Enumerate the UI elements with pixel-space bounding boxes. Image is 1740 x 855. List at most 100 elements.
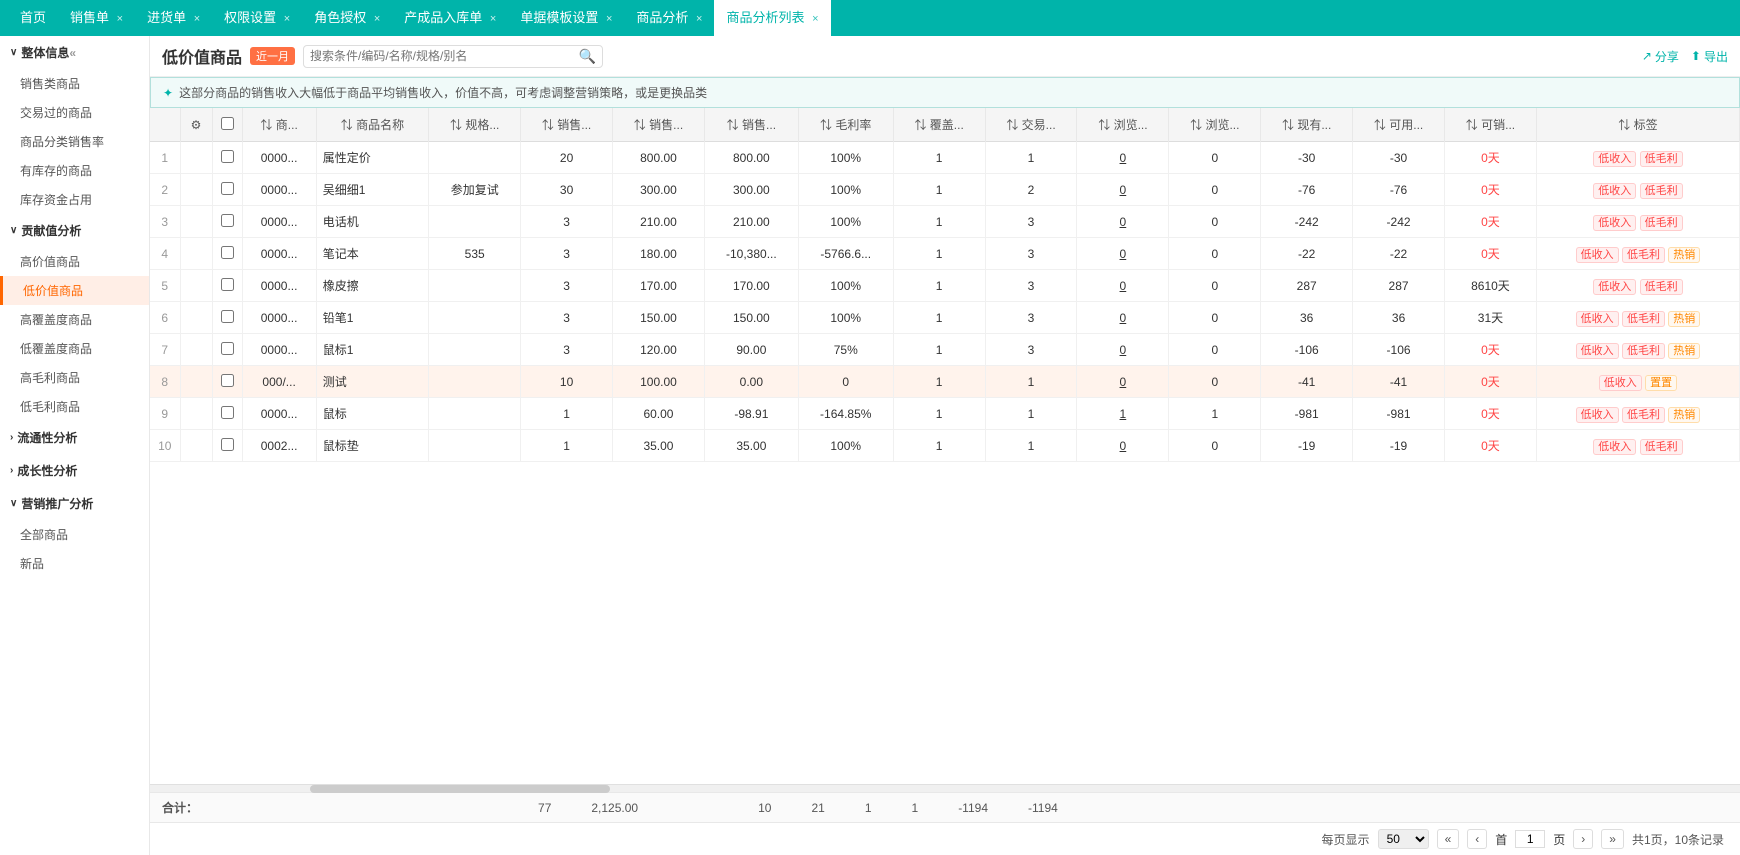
sidebar-item-category-sales-rate[interactable]: 商品分类销售率 xyxy=(0,127,149,156)
nav-product-analysis-list[interactable]: 商品分析列表 × xyxy=(714,0,830,36)
prev-page-button[interactable]: ‹ xyxy=(1467,829,1487,849)
search-box[interactable]: 🔍 xyxy=(303,45,603,68)
row-checkbox[interactable] xyxy=(221,374,234,387)
horizontal-scrollbar[interactable] xyxy=(150,784,1740,792)
checkbox-cell[interactable] xyxy=(212,398,242,430)
row-checkbox[interactable] xyxy=(221,310,234,323)
views-link[interactable]: 0 xyxy=(1120,279,1127,293)
scrollbar-thumb[interactable] xyxy=(310,785,610,793)
row-checkbox[interactable] xyxy=(221,278,234,291)
views-link[interactable]: 1 xyxy=(1120,407,1127,421)
close-icon[interactable]: × xyxy=(490,13,496,25)
name-col-header[interactable]: ⇅ 商品名称 xyxy=(316,108,429,142)
views1-col-header[interactable]: ⇅ 浏览... xyxy=(1077,108,1169,142)
last-page-button[interactable]: » xyxy=(1601,829,1624,849)
close-icon[interactable]: × xyxy=(812,13,818,25)
checkbox-cell[interactable] xyxy=(212,238,242,270)
export-button[interactable]: ⬆ 导出 xyxy=(1691,48,1728,65)
nav-role-auth[interactable]: 角色授权 × xyxy=(302,0,392,36)
tags-col-header[interactable]: ⇅ 标签 xyxy=(1536,108,1739,142)
checkbox-cell[interactable] xyxy=(212,142,242,174)
sales-qty-col-header[interactable]: ⇅ 销售... xyxy=(521,108,613,142)
row-checkbox[interactable] xyxy=(221,342,234,355)
sidebar-group-marketing[interactable]: ∨ 营销推广分析 xyxy=(0,487,149,520)
nav-template-settings[interactable]: 单据模板设置 × xyxy=(508,0,624,36)
sidebar-group-growth[interactable]: › 成长性分析 xyxy=(0,454,149,487)
spec-col-header[interactable]: ⇅ 规格... xyxy=(429,108,521,142)
checkbox-cell[interactable] xyxy=(212,366,242,398)
nav-product-inbound[interactable]: 产成品入库单 × xyxy=(392,0,508,36)
sales-price-col-header[interactable]: ⇅ 销售... xyxy=(613,108,705,142)
views2-col-header[interactable]: ⇅ 浏览... xyxy=(1169,108,1261,142)
row-checkbox[interactable] xyxy=(221,150,234,163)
views-link[interactable]: 0 xyxy=(1120,183,1127,197)
collapse-icon[interactable]: « xyxy=(69,46,76,60)
sidebar-item-low-value[interactable]: 低价值商品 xyxy=(0,276,149,305)
available-col-header[interactable]: ⇅ 可用... xyxy=(1353,108,1445,142)
next-page-button[interactable]: › xyxy=(1573,829,1593,849)
checkbox-col-header[interactable] xyxy=(212,108,242,142)
page-number-input[interactable] xyxy=(1515,830,1545,848)
views-link[interactable]: 0 xyxy=(1120,311,1127,325)
page-size-select[interactable]: 50 20 100 xyxy=(1378,829,1429,849)
nav-permission-settings[interactable]: 权限设置 × xyxy=(212,0,302,36)
settings-col-header[interactable]: ⚙ xyxy=(180,108,212,142)
sales-amount-col-header[interactable]: ⇅ 销售... xyxy=(704,108,798,142)
date-badge[interactable]: 近一月 xyxy=(250,47,295,65)
sidebar-group-liquidity[interactable]: › 流通性分析 xyxy=(0,421,149,454)
sidebar-item-all-goods[interactable]: 全部商品 xyxy=(0,520,149,549)
views-link[interactable]: 0 xyxy=(1120,247,1127,261)
margin-col-header[interactable]: ⇅ 毛利率 xyxy=(798,108,893,142)
coverage-col-header[interactable]: ⇅ 覆盖... xyxy=(893,108,985,142)
close-icon[interactable]: × xyxy=(117,13,123,25)
sidebar-group-overall[interactable]: ∨ 整体信息 « xyxy=(0,36,149,69)
select-all-checkbox[interactable] xyxy=(221,117,234,130)
current-stock-col-header[interactable]: ⇅ 现有... xyxy=(1261,108,1353,142)
row-checkbox[interactable] xyxy=(221,246,234,259)
sidebar-item-stock-goods[interactable]: 有库存的商品 xyxy=(0,156,149,185)
sidebar-item-low-margin[interactable]: 低毛利商品 xyxy=(0,392,149,421)
share-button[interactable]: ↗ 分享 xyxy=(1642,48,1679,65)
nav-sales-order[interactable]: 销售单 × xyxy=(58,0,135,36)
row-checkbox[interactable] xyxy=(221,406,234,419)
sales-qty-cell: 3 xyxy=(521,270,613,302)
row-checkbox[interactable] xyxy=(221,214,234,227)
nav-product-analysis[interactable]: 商品分析 × xyxy=(624,0,714,36)
sidebar-item-high-value[interactable]: 高价值商品 xyxy=(0,247,149,276)
transactions-col-header[interactable]: ⇅ 交易... xyxy=(985,108,1077,142)
views-link[interactable]: 0 xyxy=(1120,375,1127,389)
sidebar-group-contribution[interactable]: ∨ 贡献值分析 xyxy=(0,214,149,247)
close-icon[interactable]: × xyxy=(374,13,380,25)
search-icon[interactable]: 🔍 xyxy=(579,48,596,65)
sales-qty-cell: 1 xyxy=(521,430,613,462)
views-link[interactable]: 0 xyxy=(1120,343,1127,357)
first-page-button[interactable]: « xyxy=(1437,829,1460,849)
checkbox-cell[interactable] xyxy=(212,174,242,206)
checkbox-cell[interactable] xyxy=(212,270,242,302)
checkbox-cell[interactable] xyxy=(212,334,242,366)
sidebar-item-stock-capital[interactable]: 库存资金占用 xyxy=(0,185,149,214)
sellable-col-header[interactable]: ⇅ 可销... xyxy=(1445,108,1537,142)
nav-purchase-order[interactable]: 进货单 × xyxy=(135,0,212,36)
views-link[interactable]: 0 xyxy=(1120,439,1127,453)
close-icon[interactable]: × xyxy=(194,13,200,25)
row-checkbox[interactable] xyxy=(221,438,234,451)
views-link[interactable]: 0 xyxy=(1120,215,1127,229)
sidebar-item-high-coverage[interactable]: 高覆盖度商品 xyxy=(0,305,149,334)
sidebar-item-high-margin[interactable]: 高毛利商品 xyxy=(0,363,149,392)
row-checkbox[interactable] xyxy=(221,182,234,195)
nav-home[interactable]: 首页 xyxy=(8,0,58,36)
close-icon[interactable]: × xyxy=(606,13,612,25)
code-col-header[interactable]: ⇅ 商... xyxy=(242,108,316,142)
checkbox-cell[interactable] xyxy=(212,302,242,334)
close-icon[interactable]: × xyxy=(696,13,702,25)
sidebar-item-low-coverage[interactable]: 低覆盖度商品 xyxy=(0,334,149,363)
checkbox-cell[interactable] xyxy=(212,206,242,238)
close-icon[interactable]: × xyxy=(284,13,290,25)
sidebar-item-sales-goods[interactable]: 销售类商品 xyxy=(0,69,149,98)
sidebar-item-new-goods[interactable]: 新品 xyxy=(0,549,149,578)
views-link[interactable]: 0 xyxy=(1120,151,1127,165)
search-input[interactable] xyxy=(310,49,579,63)
checkbox-cell[interactable] xyxy=(212,430,242,462)
sidebar-item-traded-goods[interactable]: 交易过的商品 xyxy=(0,98,149,127)
